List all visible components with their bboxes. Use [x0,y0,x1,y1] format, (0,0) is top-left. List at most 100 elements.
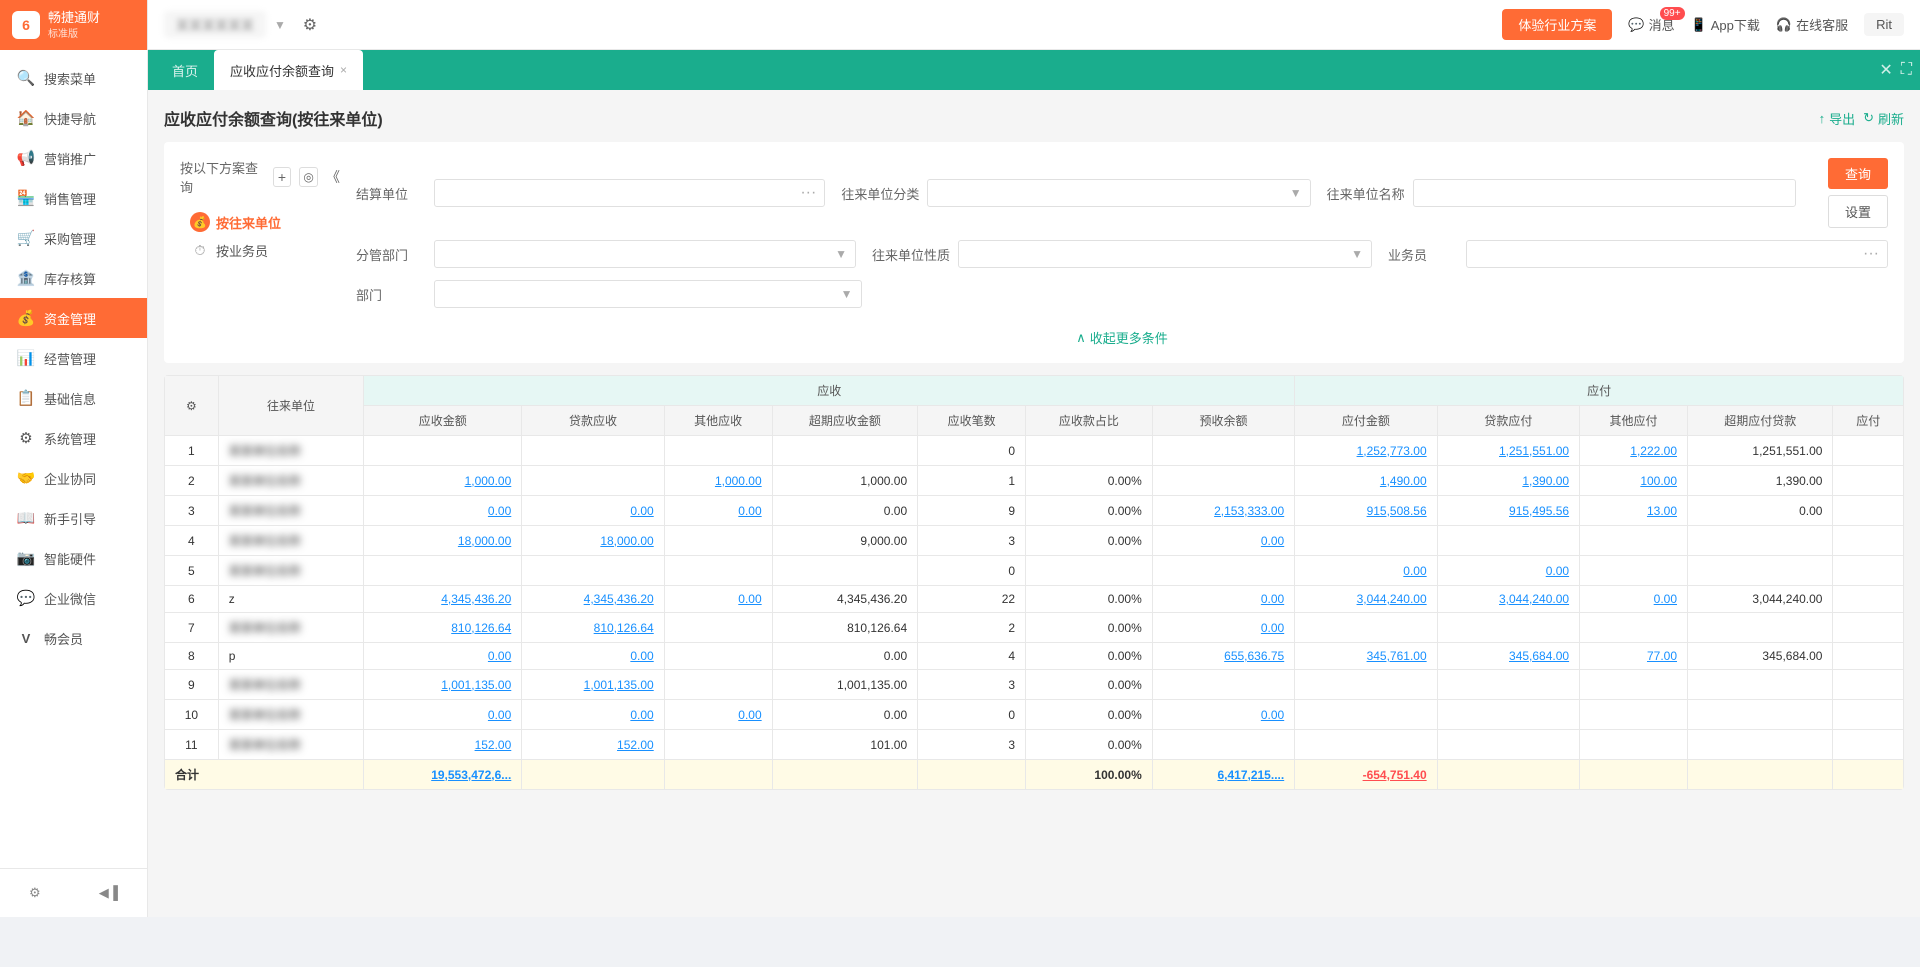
refresh-button[interactable]: ↻ 刷新 [1863,109,1904,128]
row-cell-7[interactable]: 3,044,240.00 [1295,586,1437,613]
sidebar-item-hardware[interactable]: 📷 智能硬件 [0,538,147,578]
sidebar-item-marketing[interactable]: 📢 营销推广 [0,138,147,178]
row-num: 1 [165,436,219,466]
export-button[interactable]: ↑ 导出 [1819,109,1856,128]
sidebar-item-cooperation[interactable]: 🤝 企业协同 [0,458,147,498]
tab-close-icon[interactable]: × [340,63,347,77]
row-cell-8[interactable]: 1,390.00 [1437,466,1579,496]
field-input-unit-category[interactable]: ▼ [927,179,1310,207]
row-cell-1[interactable]: 18,000.00 [522,526,664,556]
sidebar-logo: 6 畅捷通财 标准版 [0,0,147,50]
sidebar-item-system[interactable]: ⚙ 系统管理 [0,418,147,458]
row-cell-9[interactable]: 13.00 [1580,496,1688,526]
row-cell-2[interactable]: 0.00 [664,496,772,526]
row-cell-2[interactable]: 0.00 [664,700,772,730]
row-cell-7[interactable]: 345,761.00 [1295,643,1437,670]
header-gear-icon[interactable]: ⚙ [294,9,326,41]
header-online-service[interactable]: 🎧 在线客服 [1776,15,1848,34]
row-cell-8 [1437,526,1579,556]
filter-schema-button[interactable]: ◎ [299,167,318,187]
filter-option-by-unit[interactable]: 💰 按往来单位 [180,208,340,236]
settings-button[interactable]: 设置 [1828,195,1888,228]
row-cell-1[interactable]: 4,345,436.20 [522,586,664,613]
row-cell-0[interactable]: 18,000.00 [364,526,522,556]
row-cell-8[interactable]: 3,044,240.00 [1437,586,1579,613]
sidebar-item-search[interactable]: 🔍 搜索菜单 [0,58,147,98]
row-cell-8 [1437,700,1579,730]
row-cell-0[interactable]: 0.00 [364,700,522,730]
row-cell-6[interactable]: 655,636.75 [1152,643,1294,670]
row-cell-7[interactable]: 0.00 [1295,556,1437,586]
sidebar-item-sales[interactable]: 🏪 销售管理 [0,178,147,218]
row-cell-0[interactable]: 810,126.64 [364,613,522,643]
footer-ar-amount[interactable]: 19,553,472,6... [364,760,522,790]
row-cell-7[interactable]: 1,490.00 [1295,466,1437,496]
tab-home[interactable]: 首页 [156,50,214,90]
filter-add-button[interactable]: + [273,167,292,187]
row-cell-0[interactable]: 1,001,135.00 [364,670,522,700]
row-cell-6[interactable]: 0.00 [1152,526,1294,556]
row-cell-7[interactable]: 1,252,773.00 [1295,436,1437,466]
row-cell-8[interactable]: 0.00 [1437,556,1579,586]
sidebar-collapse-btn[interactable]: ◀▐ [83,877,134,909]
row-cell-1[interactable]: 0.00 [522,700,664,730]
row-cell-7[interactable]: 915,508.56 [1295,496,1437,526]
field-input-section[interactable]: ▼ [434,280,862,308]
row-cell-1[interactable]: 0.00 [522,496,664,526]
tab-close-all-icon[interactable]: ✕ [1879,60,1892,80]
sidebar-item-purchase[interactable]: 🛒 采购管理 [0,218,147,258]
sidebar-item-basic[interactable]: 📋 基础信息 [0,378,147,418]
header-app-download[interactable]: 📱 App下载 [1691,15,1760,34]
row-cell-9[interactable]: 100.00 [1580,466,1688,496]
row-cell-8[interactable]: 1,251,551.00 [1437,436,1579,466]
header-user[interactable]: Rit [1864,13,1904,36]
filter-option-by-employee[interactable]: ⏱ 按业务员 [180,236,340,264]
row-cell-0[interactable]: 1,000.00 [364,466,522,496]
sidebar-settings-btn[interactable]: ⚙ [13,877,57,909]
tab-ar-query[interactable]: 应收应付余额查询 × [214,50,363,90]
field-input-settlement[interactable]: ··· [434,179,825,207]
row-cell-11 [1833,700,1904,730]
row-cell-1[interactable]: 0.00 [522,643,664,670]
row-cell-6[interactable]: 0.00 [1152,700,1294,730]
row-cell-6[interactable]: 2,153,333.00 [1152,496,1294,526]
row-cell-1[interactable]: 152.00 [522,730,664,760]
sidebar-item-member[interactable]: V 畅会员 [0,618,147,658]
tab-fullscreen-icon[interactable]: ⛶ [1901,61,1912,79]
field-input-unit-nature[interactable]: ▼ [958,240,1372,268]
footer-ar-prepay[interactable]: 6,417,215.... [1152,760,1294,790]
row-cell-0[interactable]: 0.00 [364,496,522,526]
field-input-dept[interactable]: ▼ [434,240,856,268]
row-cell-0[interactable]: 152.00 [364,730,522,760]
row-cell-6[interactable]: 0.00 [1152,613,1294,643]
row-cell-0[interactable]: 4,345,436.20 [364,586,522,613]
row-cell-8[interactable]: 345,684.00 [1437,643,1579,670]
row-cell-1[interactable]: 1,001,135.00 [522,670,664,700]
sidebar-item-management[interactable]: 📊 经营管理 [0,338,147,378]
row-cell-0[interactable]: 0.00 [364,643,522,670]
field-input-unit-name[interactable] [1413,179,1796,207]
table-row: 4某某单位名称18,000.0018,000.009,000.0030.00%0… [165,526,1904,556]
row-cell-2[interactable]: 1,000.00 [664,466,772,496]
row-cell-9[interactable]: 1,222.00 [1580,436,1688,466]
sidebar-item-finance[interactable]: 💰 资金管理 [0,298,147,338]
filter-collapse-icon[interactable]: 《 [326,167,340,187]
col-settings[interactable]: ⚙ [165,376,219,436]
header-message[interactable]: 💬 消息 99+ [1628,15,1674,34]
row-cell-1[interactable]: 810,126.64 [522,613,664,643]
promo-button[interactable]: 体验行业方案 [1502,9,1612,40]
collapse-button[interactable]: ∧ 收起更多条件 [356,320,1888,347]
sidebar-item-quicknav[interactable]: 🏠 快捷导航 [0,98,147,138]
row-cell-2[interactable]: 0.00 [664,586,772,613]
sidebar-item-wechat[interactable]: 💬 企业微信 [0,578,147,618]
row-cell-6[interactable]: 0.00 [1152,586,1294,613]
query-button[interactable]: 查询 [1828,158,1888,189]
sidebar-item-guide[interactable]: 📖 新手引导 [0,498,147,538]
footer-ap-overdue [1688,760,1833,790]
row-cell-9[interactable]: 0.00 [1580,586,1688,613]
footer-ap-amount[interactable]: -654,751.40 [1295,760,1437,790]
row-cell-9[interactable]: 77.00 [1580,643,1688,670]
field-input-employee[interactable]: ··· [1466,240,1888,268]
row-cell-8[interactable]: 915,495.56 [1437,496,1579,526]
sidebar-item-inventory[interactable]: 🏦 库存核算 [0,258,147,298]
